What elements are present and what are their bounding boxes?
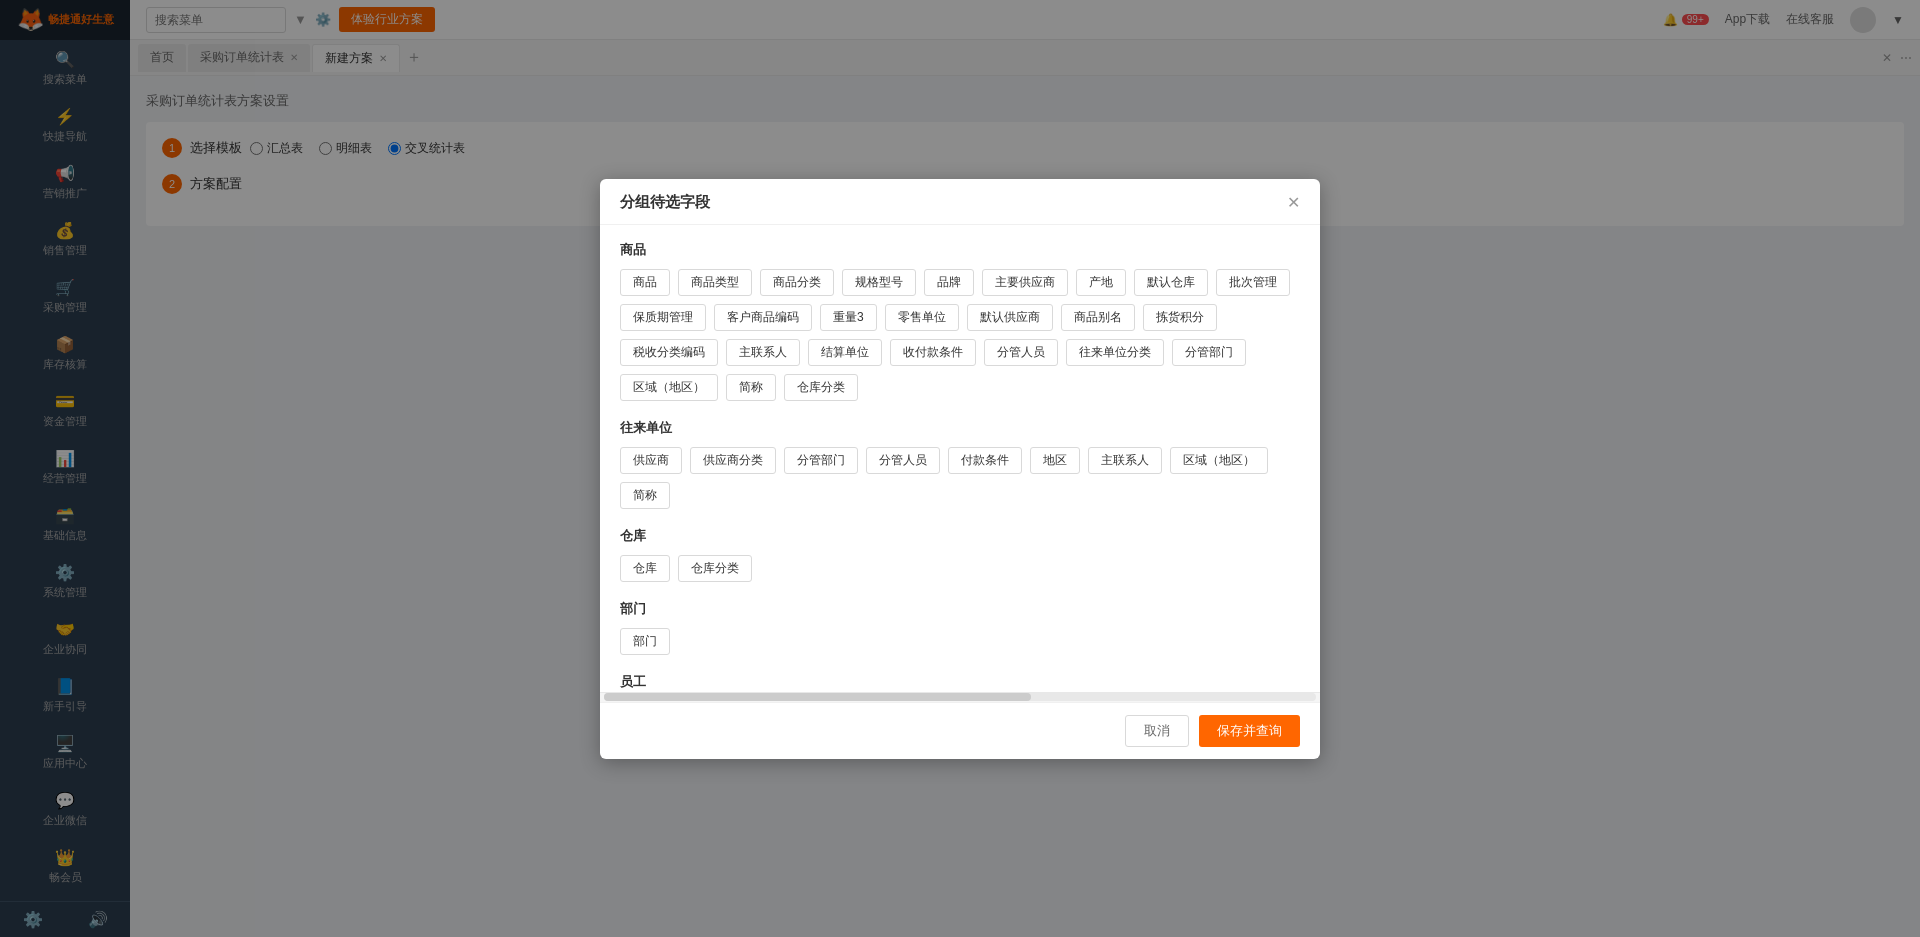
modal-header: 分组待选字段 ✕ — [600, 179, 1320, 225]
section-product: 商品商品商品类型商品分类规格型号品牌主要供应商产地默认仓库批次管理保质期管理客户… — [620, 241, 1300, 243]
modal-title: 分组待选字段 — [620, 193, 710, 212]
modal-body[interactable]: 商品商品商品类型商品分类规格型号品牌主要供应商产地默认仓库批次管理保质期管理客户… — [600, 225, 1320, 243]
modal-close-button[interactable]: ✕ — [1287, 193, 1300, 212]
section-title-product: 商品 — [620, 241, 1300, 243]
modal-overlay: 分组待选字段 ✕ 商品商品商品类型商品分类规格型号品牌主要供应商产地默认仓库批次… — [0, 0, 1920, 242]
field-select-modal: 分组待选字段 ✕ 商品商品商品类型商品分类规格型号品牌主要供应商产地默认仓库批次… — [600, 179, 1320, 243]
